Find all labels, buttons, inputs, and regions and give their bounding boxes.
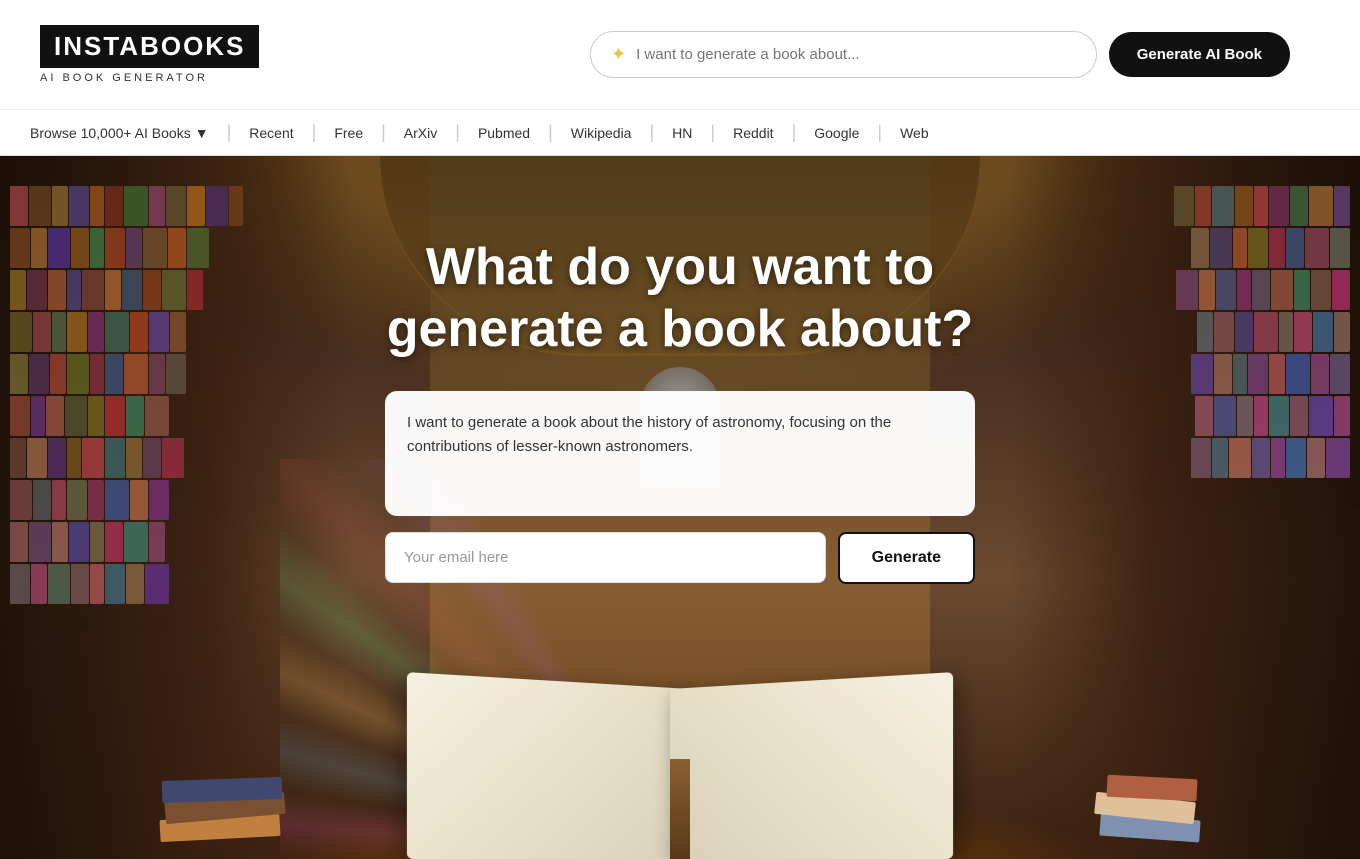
nav-item-free[interactable]: Free bbox=[316, 110, 381, 155]
hero-title-line1: What do you want to bbox=[426, 238, 934, 296]
logo-sub-text: AI BOOK GENERATOR bbox=[40, 72, 208, 84]
hero-textarea-container bbox=[385, 391, 975, 516]
stacked-book bbox=[1106, 775, 1197, 802]
search-bar: ✦ bbox=[590, 31, 1097, 78]
search-input[interactable] bbox=[636, 46, 1076, 63]
logo-main-text: INSTABOOKS bbox=[40, 25, 259, 68]
stacked-books-right bbox=[1060, 759, 1200, 839]
browse-label: Browse 10,000+ AI Books bbox=[30, 125, 191, 141]
stacked-books-left bbox=[160, 759, 300, 839]
nav-item-hn[interactable]: HN bbox=[654, 110, 710, 155]
book-left-page bbox=[407, 672, 690, 859]
nav-item-web[interactable]: Web bbox=[882, 110, 947, 155]
nav-item-pubmed[interactable]: Pubmed bbox=[460, 110, 548, 155]
nav-item-reddit[interactable]: Reddit bbox=[715, 110, 791, 155]
hero-title: What do you want to generate a book abou… bbox=[387, 236, 974, 361]
hero-title-line2: generate a book about? bbox=[387, 300, 974, 358]
browse-arrow: ▼ bbox=[195, 125, 209, 141]
email-input[interactable] bbox=[385, 532, 826, 583]
hero-book-topic-input[interactable] bbox=[407, 411, 953, 491]
browse-books-nav[interactable]: Browse 10,000+ AI Books ▼ bbox=[30, 110, 227, 155]
nav-item-arxiv[interactable]: ArXiv bbox=[386, 110, 455, 155]
nav-bar: Browse 10,000+ AI Books ▼ | Recent | Fre… bbox=[0, 110, 1360, 156]
logo: INSTABOOKS AI BOOK GENERATOR bbox=[40, 25, 259, 84]
nav-item-google[interactable]: Google bbox=[796, 110, 877, 155]
sparkle-icon: ✦ bbox=[611, 44, 626, 65]
book-right-page bbox=[670, 672, 953, 859]
hero-section: What do you want to generate a book abou… bbox=[0, 156, 1360, 859]
hero-bottom-row: Generate bbox=[385, 532, 975, 584]
nav-item-wikipedia[interactable]: Wikipedia bbox=[553, 110, 650, 155]
book-spine bbox=[670, 759, 690, 859]
nav-item-recent[interactable]: Recent bbox=[231, 110, 311, 155]
hero-content: What do you want to generate a book abou… bbox=[0, 156, 1360, 584]
stacked-book bbox=[162, 777, 283, 803]
open-book bbox=[380, 659, 980, 859]
header: INSTABOOKS AI BOOK GENERATOR ✦ Generate … bbox=[0, 0, 1360, 110]
header-generate-button[interactable]: Generate AI Book bbox=[1109, 32, 1290, 77]
header-search-area: ✦ Generate AI Book bbox=[590, 31, 1290, 78]
hero-generate-button[interactable]: Generate bbox=[838, 532, 975, 584]
